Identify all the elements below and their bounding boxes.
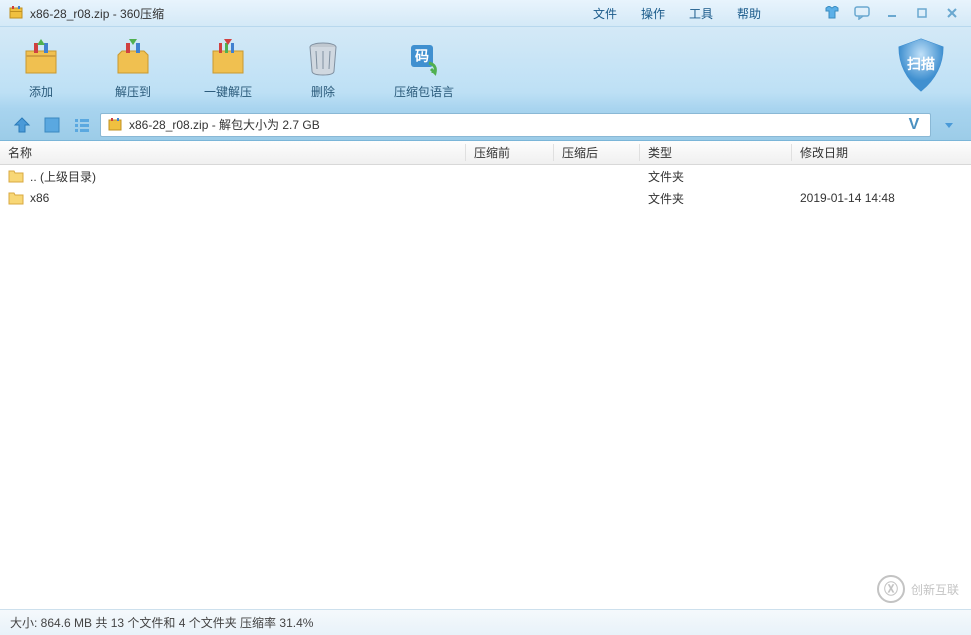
language-label: 压缩包语言 bbox=[394, 83, 454, 100]
column-before[interactable]: 压缩前 bbox=[466, 144, 554, 161]
one-click-extract-button[interactable]: 一键解压 bbox=[204, 37, 252, 100]
svg-text:扫描: 扫描 bbox=[907, 56, 935, 72]
view-list-button[interactable] bbox=[70, 113, 94, 137]
path-bar[interactable]: x86-28_r08.zip - 解包大小为 2.7 GB V bbox=[100, 113, 931, 137]
up-button[interactable] bbox=[10, 113, 34, 137]
one-click-icon bbox=[207, 37, 249, 79]
table-row[interactable]: x86 文件夹 2019-01-14 14:48 bbox=[0, 187, 971, 209]
language-icon: 码 bbox=[403, 37, 445, 79]
column-date[interactable]: 修改日期 bbox=[792, 144, 971, 161]
file-type: 文件夹 bbox=[640, 168, 792, 185]
file-type: 文件夹 bbox=[640, 190, 792, 207]
delete-label: 删除 bbox=[311, 83, 335, 100]
statusbar: 大小: 864.6 MB 共 13 个文件和 4 个文件夹 压缩率 31.4% bbox=[0, 609, 971, 635]
add-button[interactable]: 添加 bbox=[20, 37, 62, 100]
maximize-button[interactable] bbox=[911, 4, 933, 22]
toolbar: 添加 解压到 一键解压 删除 码 压缩包语言 扫描 bbox=[0, 27, 971, 109]
file-list: .. (上级目录) 文件夹 x86 文件夹 2019-01-14 14:48 bbox=[0, 165, 971, 609]
file-date: 2019-01-14 14:48 bbox=[792, 191, 971, 205]
file-name: .. (上级目录) bbox=[30, 168, 96, 185]
column-after[interactable]: 压缩后 bbox=[554, 144, 640, 161]
view-large-button[interactable] bbox=[40, 113, 64, 137]
menu-tools[interactable]: 工具 bbox=[689, 5, 713, 22]
app-icon bbox=[8, 5, 24, 21]
watermark-icon: Ⓧ bbox=[877, 575, 905, 603]
column-header: 名称 压缩前 压缩后 类型 修改日期 bbox=[0, 141, 971, 165]
folder-icon bbox=[8, 191, 24, 205]
delete-icon bbox=[302, 37, 344, 79]
language-button[interactable]: 码 压缩包语言 bbox=[394, 37, 454, 100]
menu-bar: 文件 操作 工具 帮助 bbox=[593, 5, 761, 22]
add-label: 添加 bbox=[29, 83, 53, 100]
watermark: Ⓧ 创新互联 bbox=[877, 575, 959, 603]
file-name: x86 bbox=[30, 191, 49, 205]
status-text: 大小: 864.6 MB 共 13 个文件和 4 个文件夹 压缩率 31.4% bbox=[10, 614, 313, 631]
archive-icon bbox=[107, 117, 123, 133]
menu-operation[interactable]: 操作 bbox=[641, 5, 665, 22]
titlebar: x86-28_r08.zip - 360压缩 文件 操作 工具 帮助 bbox=[0, 0, 971, 27]
window-title: x86-28_r08.zip - 360压缩 bbox=[30, 5, 164, 22]
feedback-icon[interactable] bbox=[851, 4, 873, 22]
dropdown-arrow-button[interactable] bbox=[937, 113, 961, 137]
menu-help[interactable]: 帮助 bbox=[737, 5, 761, 22]
one-click-label: 一键解压 bbox=[204, 83, 252, 100]
add-icon bbox=[20, 37, 62, 79]
column-name[interactable]: 名称 bbox=[0, 144, 466, 161]
menu-file[interactable]: 文件 bbox=[593, 5, 617, 22]
dropdown-v-button[interactable]: V bbox=[904, 115, 924, 135]
table-row[interactable]: .. (上级目录) 文件夹 bbox=[0, 165, 971, 187]
window-controls bbox=[821, 4, 963, 22]
folder-icon bbox=[8, 169, 24, 183]
minimize-button[interactable] bbox=[881, 4, 903, 22]
column-type[interactable]: 类型 bbox=[640, 144, 792, 161]
shirt-icon[interactable] bbox=[821, 4, 843, 22]
svg-text:码: 码 bbox=[415, 48, 429, 64]
extract-to-label: 解压到 bbox=[115, 83, 151, 100]
scan-button[interactable]: 扫描 bbox=[891, 35, 951, 95]
close-button[interactable] bbox=[941, 4, 963, 22]
extract-icon bbox=[112, 37, 154, 79]
watermark-text: 创新互联 bbox=[911, 581, 959, 598]
delete-button[interactable]: 删除 bbox=[302, 37, 344, 100]
extract-to-button[interactable]: 解压到 bbox=[112, 37, 154, 100]
path-text: x86-28_r08.zip - 解包大小为 2.7 GB bbox=[129, 116, 898, 133]
navbar: x86-28_r08.zip - 解包大小为 2.7 GB V bbox=[0, 109, 971, 141]
